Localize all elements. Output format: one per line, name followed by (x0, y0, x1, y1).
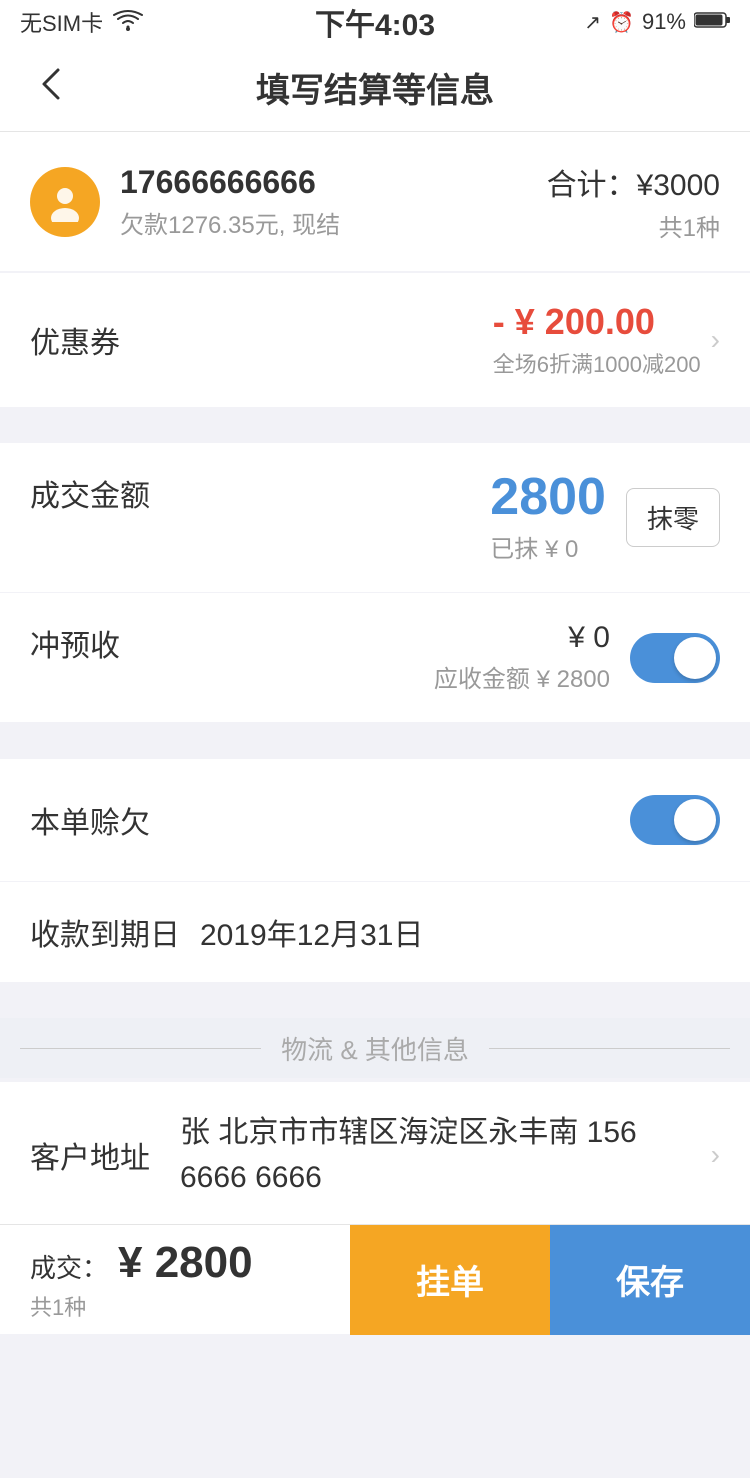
user-card: 17666666666 欠款1276.35元, 现结 合计：¥3000 共1种 (0, 132, 750, 271)
user-desc: 欠款1276.35元, 现结 (120, 205, 340, 240)
divider-text: 物流 & 其他信息 (281, 1030, 469, 1067)
bottom-bar: 成交： ¥ 2800 共1种 挂单 保存 (0, 1224, 750, 1334)
separator2 (0, 743, 750, 759)
hang-button[interactable]: 挂单 (350, 1225, 550, 1335)
status-left: 无SIM卡 (20, 6, 143, 38)
deal-label: 成交： (30, 1248, 108, 1285)
amount-row: 成交金额 2800 已抹 ¥ 0 抹零 (0, 443, 750, 593)
save-button[interactable]: 保存 (550, 1225, 750, 1335)
due-label: 收款到期日 (30, 910, 180, 954)
coupon-desc: 全场6折满1000减200 (493, 347, 701, 379)
avatar (30, 167, 100, 237)
coupon-right: - ¥ 200.00 全场6折满1000减200 › (493, 301, 720, 379)
prepay-right: ¥ 0 应收金额 ¥ 2800 (434, 621, 720, 694)
back-button[interactable] (30, 56, 72, 119)
arrears-label: 本单赊欠 (30, 798, 150, 842)
total-amount: 合计：¥3000 (547, 160, 720, 204)
sim-label: 无SIM卡 (20, 6, 103, 38)
coupon-label: 优惠券 (30, 318, 120, 362)
due-row: 收款到期日 2019年12月31日 (0, 881, 750, 982)
user-total: 合计：¥3000 共1种 (547, 160, 720, 243)
prepay-toggle[interactable] (630, 633, 720, 683)
chevron-right-icon-2: › (711, 1139, 720, 1171)
wifi-icon (113, 7, 143, 38)
amount-sub: 已抹 ¥ 0 (490, 529, 606, 564)
address-label: 客户地址 (30, 1133, 150, 1177)
battery-label: 91% (642, 9, 686, 35)
prepay-sub: 应收金额 ¥ 2800 (434, 659, 610, 694)
deal-label-row: 成交： ¥ 2800 (30, 1238, 320, 1288)
arrears-toggle[interactable] (630, 795, 720, 845)
separator (0, 427, 750, 443)
user-info: 17666666666 欠款1276.35元, 现结 (120, 164, 340, 240)
battery-icon (694, 8, 730, 36)
coupon-info: - ¥ 200.00 全场6折满1000减200 (493, 301, 701, 379)
user-phone: 17666666666 (120, 164, 340, 201)
separator3 (0, 1002, 750, 1018)
deal-sub: 共1种 (30, 1290, 320, 1322)
divider-section: 物流 & 其他信息 (0, 1018, 750, 1078)
prepay-row: 冲预收 ¥ 0 应收金额 ¥ 2800 (0, 593, 750, 723)
amount-value: 2800 (490, 471, 606, 523)
amount-right: 2800 已抹 ¥ 0 抹零 (490, 471, 720, 564)
due-value: 2019年12月31日 (200, 910, 423, 954)
status-time: 下午4:03 (315, 0, 435, 44)
bottom-summary: 成交： ¥ 2800 共1种 (0, 1238, 350, 1322)
address-value: 张 北京市市辖区海淀区永丰南 156 6666 6666 (180, 1110, 711, 1200)
arrears-section: 本单赊欠 收款到期日 2019年12月31日 (0, 759, 750, 982)
status-right: ↗ ⏰ 91% (584, 8, 730, 36)
user-left: 17666666666 欠款1276.35元, 现结 (30, 164, 340, 240)
chevron-right-icon: › (711, 324, 720, 356)
amount-info: 2800 已抹 ¥ 0 (490, 471, 606, 564)
page-title: 填写结算等信息 (256, 63, 494, 112)
location-icon: ↗ (584, 10, 601, 35)
prepay-label: 冲预收 (30, 621, 120, 665)
alarm-icon: ⏰ (609, 10, 634, 35)
divider-line-left (20, 1048, 261, 1049)
deal-amount: ¥ 2800 (118, 1238, 253, 1288)
transaction-section: 成交金额 2800 已抹 ¥ 0 抹零 冲预收 ¥ 0 应收金额 ¥ 2800 (0, 443, 750, 723)
coupon-amount: - ¥ 200.00 (493, 301, 701, 343)
round-button[interactable]: 抹零 (626, 488, 720, 547)
coupon-row[interactable]: 优惠券 - ¥ 200.00 全场6折满1000减200 › (0, 273, 750, 407)
nav-bar: 填写结算等信息 (0, 44, 750, 132)
status-bar: 无SIM卡 下午4:03 ↗ ⏰ 91% (0, 0, 750, 44)
total-count: 共1种 (547, 208, 720, 243)
prepay-main: ¥ 0 (434, 621, 610, 655)
address-row[interactable]: 客户地址 张 北京市市辖区海淀区永丰南 156 6666 6666 › (0, 1082, 750, 1228)
arrears-row: 本单赊欠 (0, 759, 750, 881)
amount-label: 成交金额 (30, 471, 150, 515)
divider-line-right (489, 1048, 730, 1049)
prepay-amount: ¥ 0 应收金额 ¥ 2800 (434, 621, 610, 694)
